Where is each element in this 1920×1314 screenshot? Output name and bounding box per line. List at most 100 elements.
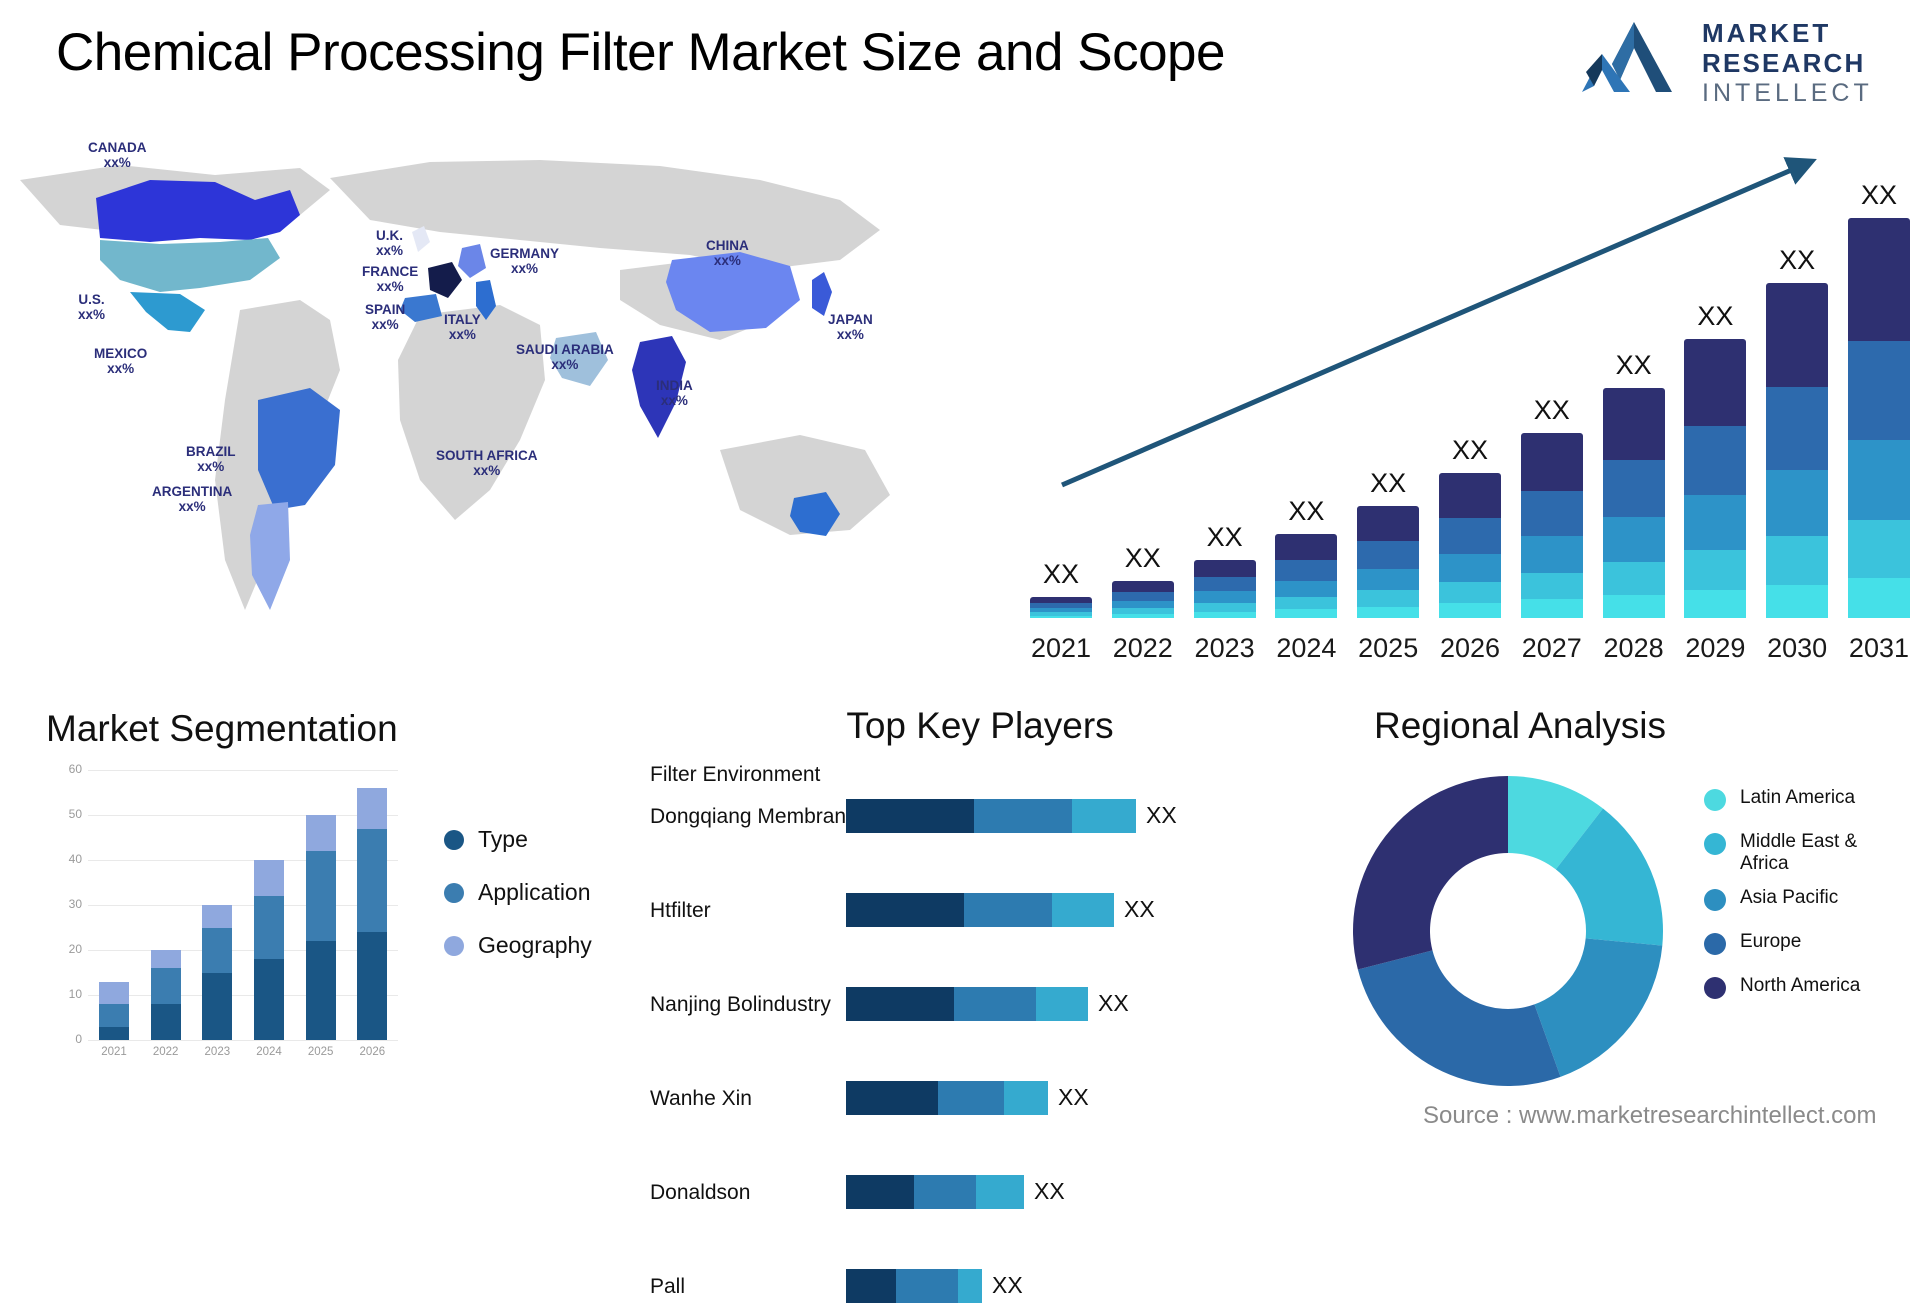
map-country-name: MEXICO [94,346,148,361]
map-label-china: CHINA xx% [706,238,749,268]
donut-slice-asia-pacific [1534,938,1663,1077]
map-label-south-africa: SOUTH AFRICA xx% [436,448,538,478]
map-country-name: SAUDI ARABIA [516,342,614,357]
map-label-brazil: BRAZIL xx% [186,444,236,474]
page-title: Chemical Processing Filter Market Size a… [56,23,1226,82]
growth-year-label: 2021 [1030,633,1092,663]
logo-line-research: RESEARCH [1702,48,1866,78]
market-segmentation-title: Market Segmentation [46,708,398,749]
growth-bar-segment [1684,494,1747,550]
segmentation-y-tick: 10 [68,987,82,1001]
growth-year-label: 2023 [1194,633,1255,663]
growth-bar-segment [1275,596,1338,610]
growth-bar-segment [1684,425,1747,495]
source-attribution: Source : www.marketresearchintellect.com [1423,1102,1877,1129]
donut-slice-north-america [1353,776,1508,970]
legend-label-geography: Geography [478,932,592,958]
segmentation-segment-type [202,972,233,1040]
growth-bar: XX [1520,395,1583,618]
players-rows-group: Dongqiang Membrane XX Htfilter XX Nanjing Bo… [650,797,1310,1303]
segmentation-gridline [88,1040,398,1041]
growth-bar-segment [1275,609,1338,618]
map-country-name: ARGENTINA [152,484,233,499]
map-country-value: xx% [551,357,579,372]
growth-bar-segment [1766,584,1829,618]
map-country-value: xx% [448,327,476,342]
map-country-name: CANADA [88,140,147,155]
map-label-mexico: MEXICO xx% [94,346,147,376]
player-bar [846,799,1136,833]
growth-year-label: 2029 [1685,633,1746,663]
growth-year-label: 2031 [1848,633,1909,663]
map-country-value: xx% [371,317,399,332]
map-label-india: INDIA xx% [656,378,693,408]
growth-bar-segment [1275,580,1338,597]
map-country-value: xx% [197,459,225,474]
map-country-value: xx% [510,261,539,276]
map-country-value: xx% [376,279,404,294]
growth-bar-segment [1438,472,1501,519]
segmentation-segment-application [357,828,388,932]
segmentation-bar [254,860,284,1040]
player-bar-segment-0 [846,893,964,927]
growth-year-label: 2027 [1521,633,1582,663]
growth-bar-segment [1847,519,1910,579]
growth-bar-segment [1111,592,1174,601]
map-country-name: BRAZIL [186,444,236,459]
growth-year-label: 2028 [1603,633,1664,663]
growth-bar-segment [1766,469,1829,537]
segmentation-bar [202,905,233,1040]
map-country-value: xx% [836,327,864,342]
regional-analysis-donut-chart [1353,776,1663,1086]
growth-bar-segment [1275,534,1338,561]
market-segmentation-panel: Market Segmentation 0 10 20 30 40 50 60 2021 202… [44,708,664,1138]
player-bar-segment-1 [954,987,1036,1021]
map-label-saudi-arabia: SAUDI ARABIA xx% [516,342,614,372]
growth-bar-segment [1602,595,1665,618]
segmentation-y-tick: 30 [68,897,82,911]
region-legend-label: Latin America [1740,787,1856,808]
donut-slice-europe [1357,950,1561,1086]
segmentation-x-tick: 2025 [307,1046,334,1058]
segmentation-bar [357,788,388,1040]
top-key-players-panel: Top Key Players Filter Environment Dongq… [650,705,1310,1303]
legend-dot-application [444,882,464,903]
segmentation-segment-geography [357,788,388,829]
growth-year-label: 2026 [1439,633,1501,663]
regional-analysis-panel: Regional Analysis Latin America Middle Ea… [1320,705,1920,1135]
region-legend-dot [1704,833,1726,855]
growth-bar-segment [1847,578,1910,618]
segmentation-segment-type [99,1026,129,1040]
map-country-value: xx% [178,499,206,514]
growth-bar-segment [1030,615,1092,618]
growth-bar-segment [1847,341,1910,441]
player-value-label: XX [992,1272,1023,1298]
player-value-label: XX [1146,802,1177,828]
region-legend-label: Europe [1740,931,1802,952]
player-bar-segment-1 [964,893,1052,927]
region-legend-dot [1704,789,1726,811]
market-research-intellect-logo: MARKET RESEARCH INTELLECT [1572,14,1892,110]
segmentation-segment-type [150,1004,181,1040]
world-map [20,160,890,610]
growth-bar-segment [1520,599,1583,618]
map-label-italy: ITALY xx% [444,312,481,342]
top-key-players-title: Top Key Players [846,705,1114,746]
map-label-uk: U.K. xx% [376,228,403,258]
segmentation-segment-geography [202,905,233,928]
logo-wordmark: MARKET RESEARCH INTELLECT [1702,18,1873,108]
growth-bar-segment [1193,559,1256,578]
map-label-canada: CANADA xx% [88,140,147,170]
player-value-label: XX [1098,990,1129,1016]
logo-line-market: MARKET [1702,18,1832,48]
player-row: Pall XX [650,1267,1310,1314]
growth-bar-value-label: XX [1615,350,1652,381]
player-bar-segment-1 [896,1269,958,1303]
growth-bar-segment [1847,440,1910,520]
player-name: Pall [650,1275,686,1298]
growth-bar: XX [1357,468,1420,618]
growth-bar: XX [1111,543,1174,618]
segmentation-segment-geography [99,981,129,1004]
segmentation-bar [305,815,336,1040]
map-label-argentina: ARGENTINA xx% [152,484,232,514]
